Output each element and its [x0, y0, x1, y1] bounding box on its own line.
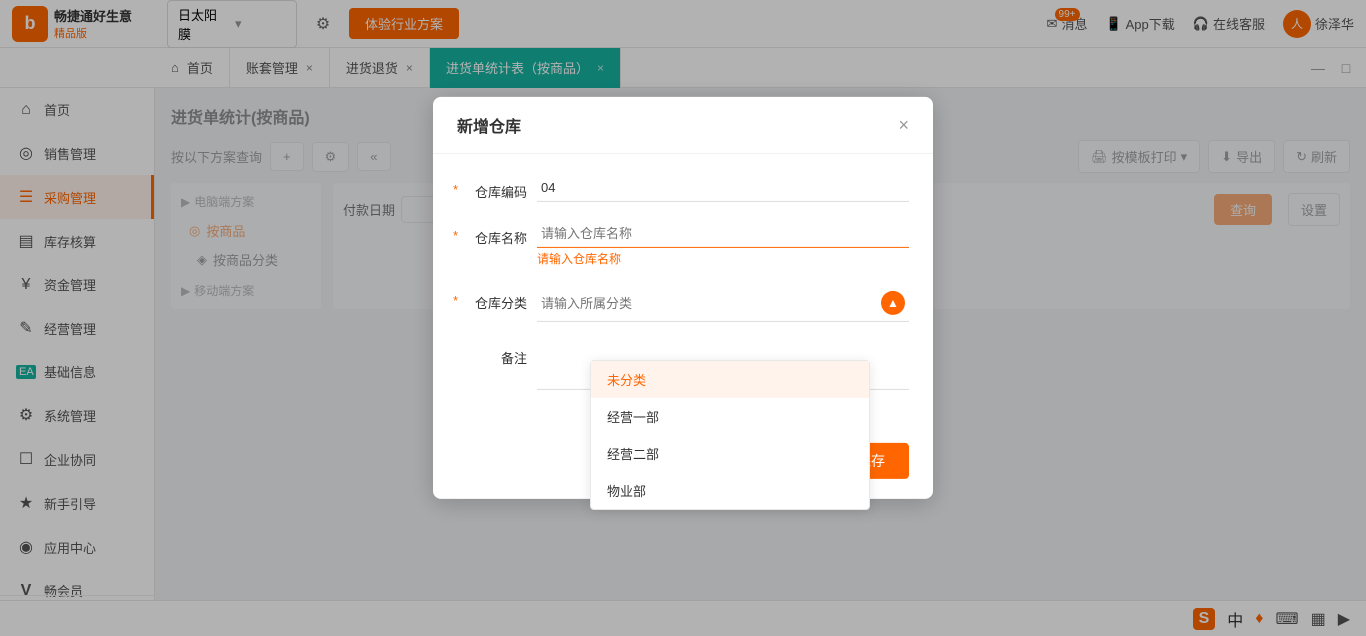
- name-control: 请输入仓库名称: [537, 220, 909, 267]
- category-select[interactable]: ▲: [537, 285, 909, 322]
- category-control: ▲: [537, 285, 909, 322]
- category-label: 仓库分类: [457, 285, 537, 312]
- warehouse-name-input[interactable]: [537, 220, 909, 248]
- dropdown-item-ops1[interactable]: 经营一部: [591, 398, 869, 435]
- dropdown-item-uncategorized[interactable]: 未分类: [591, 361, 869, 398]
- name-label: 仓库名称: [457, 220, 537, 247]
- dropdown-item-property[interactable]: 物业部: [591, 472, 869, 509]
- modal-header: 新增仓库 ×: [433, 97, 933, 154]
- modal-close-button[interactable]: ×: [898, 116, 909, 134]
- code-label: 仓库编码: [457, 174, 537, 201]
- form-row-code: 仓库编码: [457, 174, 909, 202]
- dropdown-item-ops2[interactable]: 经营二部: [591, 435, 869, 472]
- select-arrow-button[interactable]: ▲: [881, 291, 905, 315]
- name-error-message: 请输入仓库名称: [537, 250, 909, 267]
- form-row-name: 仓库名称 请输入仓库名称: [457, 220, 909, 267]
- warehouse-code-input[interactable]: [537, 174, 909, 202]
- modal-title: 新增仓库: [457, 113, 521, 137]
- category-dropdown: 未分类 经营一部 经营二部 物业部: [590, 360, 870, 510]
- note-label: 备注: [457, 340, 537, 367]
- category-input[interactable]: [541, 295, 881, 310]
- form-row-category: 仓库分类 ▲: [457, 285, 909, 322]
- arrow-up-icon: ▲: [887, 296, 899, 310]
- code-control: [537, 174, 909, 202]
